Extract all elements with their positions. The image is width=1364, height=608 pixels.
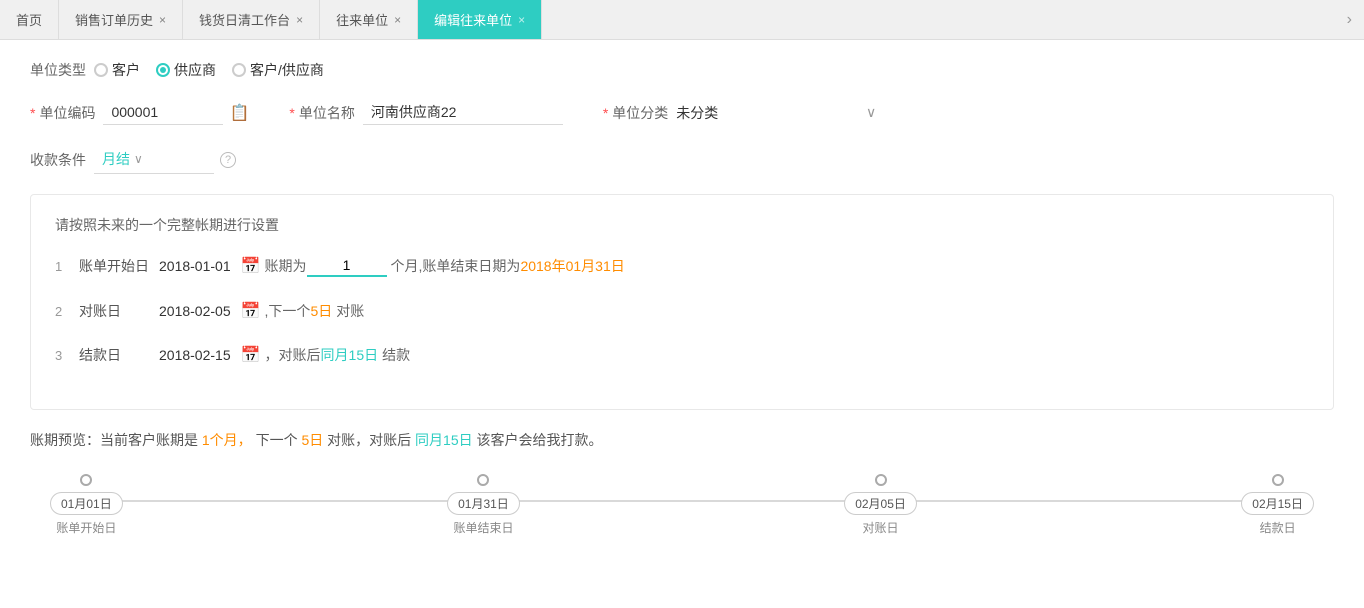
tab-more-button[interactable]: › <box>1335 11 1364 29</box>
copy-icon[interactable]: 📋 <box>229 103 249 123</box>
preview-suffix: 该客户会给我打款。 <box>477 432 603 448</box>
period-num-2: 2 <box>55 304 79 319</box>
unit-type-row: 单位类型 客户 供应商 客户/供应商 <box>30 60 1334 80</box>
unit-code-input[interactable] <box>103 100 223 125</box>
period-desc-2: ,下一个 <box>265 301 311 321</box>
unit-code-group: * 单位编码 📋 <box>30 100 249 125</box>
timeline-dot-2 <box>477 474 489 486</box>
timeline-label-box-3: 02月05日 <box>844 492 917 515</box>
period-label-3: 结款日 <box>79 345 159 365</box>
preview-section: 账期预览：当前客户账期是 1个月， 下一个 5日 对账，对账后 同月15日 该客… <box>30 430 1334 450</box>
timeline-sub-label-2: 账单结束日 <box>453 519 513 536</box>
unit-category-value: 未分类 <box>676 103 866 123</box>
unit-code-label: 单位编码 <box>39 103 95 123</box>
unit-details-row: * 单位编码 📋 * 单位名称 * 单位分类 未分类 ∨ <box>30 100 1334 125</box>
close-icon[interactable]: × <box>296 13 303 27</box>
preview-part1: 1个月， <box>202 432 252 448</box>
period-date-3: 2018-02-15 <box>159 347 231 363</box>
preview-part3-highlight: 同月15日 <box>415 432 473 448</box>
period-desc-prefix-1: 账期为 <box>265 256 307 276</box>
period-label-2: 对账日 <box>79 301 159 321</box>
calendar-icon-3[interactable]: 📅 <box>241 345 261 365</box>
payment-terms-dropdown[interactable]: 月结 ∨ <box>94 145 214 174</box>
preview-prefix: 账期预览：当前客户账期是 <box>30 432 198 448</box>
timeline-section: 01月01日 账单开始日 01月31日 账单结束日 02月05日 对账日 02月… <box>30 474 1334 536</box>
timeline-point-1: 01月01日 账单开始日 <box>50 474 123 536</box>
tab-edit-partner[interactable]: 编辑往来单位 × <box>418 0 542 39</box>
period-num-1: 1 <box>55 259 79 274</box>
tab-cash-work[interactable]: 钱货日清工作台 × <box>183 0 320 39</box>
radio-label-both: 客户/供应商 <box>250 60 324 80</box>
period-label-1: 账单开始日 <box>79 256 159 276</box>
close-icon[interactable]: × <box>394 13 401 27</box>
calendar-icon-1[interactable]: 📅 <box>241 256 261 276</box>
timeline-point-4: 02月15日 结款日 <box>1241 474 1314 536</box>
period-row-3: 3 结款日 2018-02-15 📅 ，对账后 同月15日 结款 <box>55 345 1309 365</box>
preview-part2-prefix: 下一个 <box>256 432 298 448</box>
period-day-highlight-2: 5日 <box>310 301 332 321</box>
month-input[interactable] <box>307 255 387 277</box>
radio-customer[interactable]: 客户 <box>94 60 140 80</box>
period-date-1: 2018-01-01 <box>159 258 231 274</box>
chevron-down-icon: ∨ <box>866 104 876 121</box>
timeline-points: 01月01日 账单开始日 01月31日 账单结束日 02月05日 对账日 02月… <box>50 474 1314 536</box>
period-desc-3: ，对账后 <box>265 345 321 365</box>
timeline-label-box-4: 02月15日 <box>1241 492 1314 515</box>
timeline-sub-label-3: 对账日 <box>863 519 899 536</box>
timeline-dot-1 <box>80 474 92 486</box>
unit-category-group: * 单位分类 未分类 ∨ <box>603 103 876 123</box>
timeline-point-2: 01月31日 账单结束日 <box>447 474 520 536</box>
main-content: 单位类型 客户 供应商 客户/供应商 * 单位编码 📋 * 单位名称 <box>0 40 1364 608</box>
radio-label-customer: 客户 <box>112 60 140 80</box>
tab-bar: 首页 销售订单历史 × 钱货日清工作台 × 往来单位 × 编辑往来单位 × › <box>0 0 1364 40</box>
radio-label-supplier: 供应商 <box>174 60 216 80</box>
payment-terms-value: 月结 <box>102 149 130 169</box>
chevron-down-icon: ∨ <box>134 152 143 166</box>
period-num-3: 3 <box>55 348 79 363</box>
unit-name-label: 单位名称 <box>299 103 355 123</box>
radio-circle-customer <box>94 63 108 77</box>
close-icon[interactable]: × <box>518 13 525 27</box>
unit-type-label: 单位类型 <box>30 60 86 80</box>
period-title: 请按照未来的一个完整帐期进行设置 <box>55 215 1309 235</box>
payment-terms-row: 收款条件 月结 ∨ ? <box>30 145 1334 174</box>
period-desc-suffix-1: 个月,账单结束日期为 <box>391 256 521 276</box>
unit-name-input[interactable] <box>363 100 563 125</box>
timeline-label-box-1: 01月01日 <box>50 492 123 515</box>
unit-type-radio-group: 客户 供应商 客户/供应商 <box>94 60 324 80</box>
calendar-icon-2[interactable]: 📅 <box>241 301 261 321</box>
timeline-label-box-2: 01月31日 <box>447 492 520 515</box>
period-desc2-3: 结款 <box>382 345 410 365</box>
unit-name-group: * 单位名称 <box>289 100 562 125</box>
period-row-1: 1 账单开始日 2018-01-01 📅 账期为 个月,账单结束日期为 2018… <box>55 255 1309 277</box>
timeline-point-3: 02月05日 对账日 <box>844 474 917 536</box>
preview-part2-highlight: 5日 <box>301 432 323 448</box>
radio-both[interactable]: 客户/供应商 <box>232 60 324 80</box>
period-day-highlight-3: 同月15日 <box>321 345 379 365</box>
period-row-2: 2 对账日 2018-02-05 📅 ,下一个 5日 对账 <box>55 301 1309 321</box>
radio-supplier[interactable]: 供应商 <box>156 60 216 80</box>
period-date-2: 2018-02-05 <box>159 303 231 319</box>
radio-circle-supplier <box>156 63 170 77</box>
tab-partner[interactable]: 往来单位 × <box>320 0 418 39</box>
tab-home[interactable]: 首页 <box>0 0 59 39</box>
timeline-sub-label-1: 账单开始日 <box>56 519 116 536</box>
info-icon[interactable]: ? <box>220 152 236 168</box>
payment-terms-label: 收款条件 <box>30 150 86 170</box>
preview-part2-suffix: 对账，对账后 <box>327 432 411 448</box>
unit-category-label: 单位分类 <box>612 103 668 123</box>
unit-category-select[interactable]: 未分类 ∨ <box>676 103 876 123</box>
radio-circle-both <box>232 63 246 77</box>
tab-sales-order-history[interactable]: 销售订单历史 × <box>59 0 183 39</box>
timeline-sub-label-4: 结款日 <box>1260 519 1296 536</box>
period-desc2-2: 对账 <box>336 301 364 321</box>
period-end-date-highlight: 2018年01月31日 <box>520 256 624 276</box>
close-icon[interactable]: × <box>159 13 166 27</box>
timeline-dot-3 <box>875 474 887 486</box>
period-settings-box: 请按照未来的一个完整帐期进行设置 1 账单开始日 2018-01-01 📅 账期… <box>30 194 1334 410</box>
timeline-dot-4 <box>1272 474 1284 486</box>
